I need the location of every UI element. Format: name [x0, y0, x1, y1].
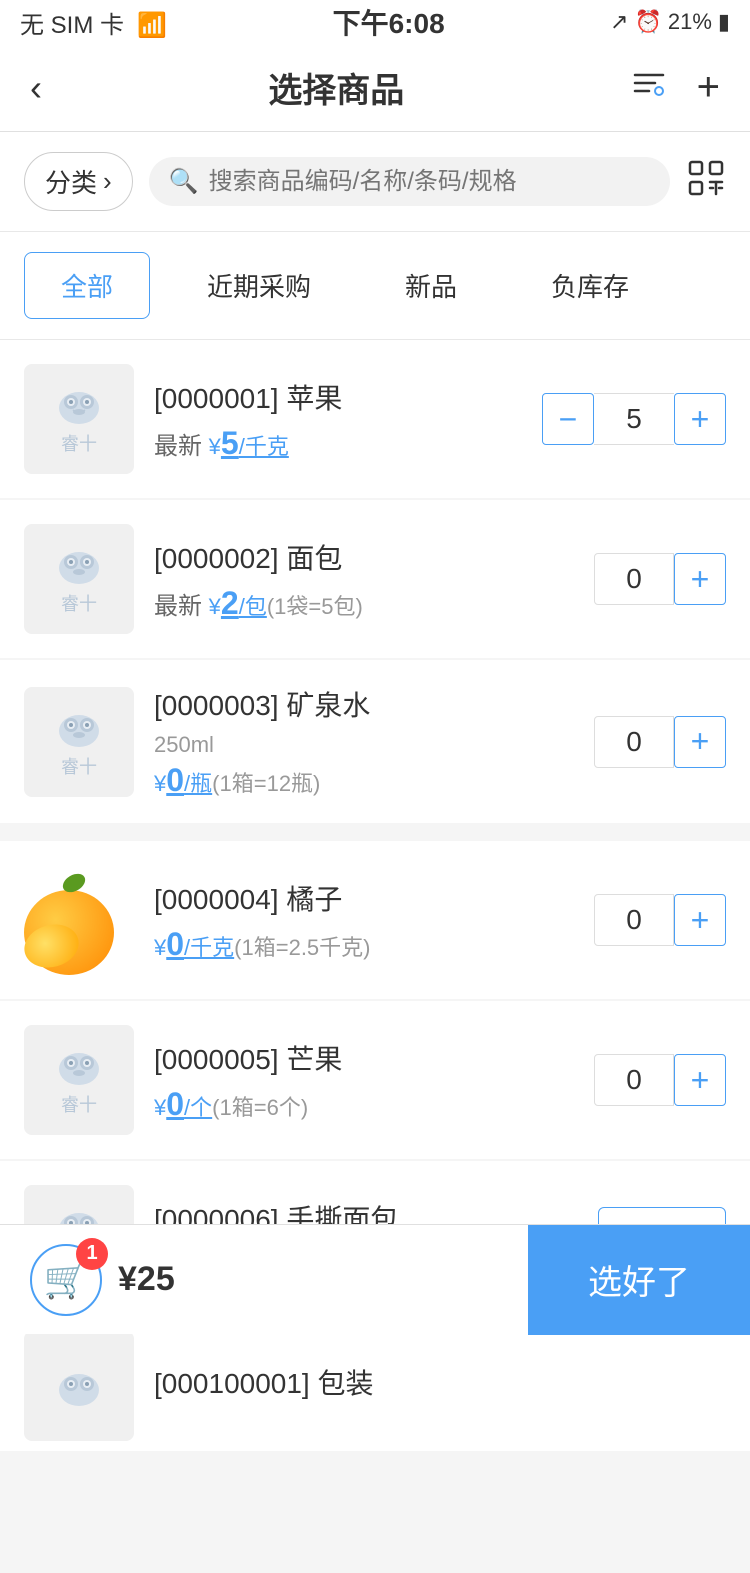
product-price: 最新 ¥2/包(1袋=5包)	[154, 585, 574, 622]
product-info: [0000001] 苹果 最新 ¥5/千克	[154, 377, 522, 462]
tab-recent[interactable]: 近期采购	[170, 252, 348, 319]
product-image	[24, 865, 134, 975]
quantity-control: +	[594, 553, 726, 605]
nav-bar: ‹ 选择商品 +	[0, 44, 750, 132]
increase-button[interactable]: +	[674, 1054, 726, 1106]
list-item: 睿十 [0000002] 面包 最新 ¥2/包(1袋=5包) +	[0, 500, 750, 658]
increase-button[interactable]: +	[674, 716, 726, 768]
owl-text: 睿十	[61, 1091, 97, 1117]
product-info: [000100001] 包装	[154, 1362, 726, 1410]
product-price: ¥0/个(1箱=6个)	[154, 1086, 574, 1123]
increase-button[interactable]: +	[674, 894, 726, 946]
confirm-button[interactable]: 选好了	[528, 1225, 750, 1335]
back-button[interactable]: ‹	[30, 67, 42, 109]
list-item: 睿十 [0000001] 苹果 最新 ¥5/千克 − +	[0, 340, 750, 498]
product-info: [0000002] 面包 最新 ¥2/包(1袋=5包)	[154, 537, 574, 622]
scan-icon[interactable]	[686, 158, 726, 206]
add-icon[interactable]: +	[697, 65, 720, 110]
quantity-control: − +	[542, 393, 726, 445]
filter-tabs: 全部 近期采购 新品 负库存	[0, 232, 750, 340]
status-bar: 无 SIM 卡 📶 下午6:08 ↗ ⏰ 21% ▮	[0, 0, 750, 44]
category-button[interactable]: 分类 ›	[24, 152, 133, 211]
product-info: [0000003] 矿泉水 250ml ¥0/瓶(1箱=12瓶)	[154, 684, 574, 799]
list-item: [000100001] 包装	[0, 1321, 750, 1451]
product-name: [000100001] 包装	[154, 1362, 726, 1402]
product-name: [0000005] 芒果	[154, 1038, 574, 1078]
cart-section: 🛒 1 ¥25	[0, 1244, 528, 1316]
divider	[0, 825, 750, 841]
tab-negative[interactable]: 负库存	[514, 252, 666, 319]
owl-text: 睿十	[61, 430, 97, 456]
owl-text: 睿十	[61, 753, 97, 779]
product-price: 最新 ¥5/千克	[154, 425, 522, 462]
status-time: 下午6:08	[333, 2, 445, 42]
product-image: 睿十	[24, 1025, 134, 1135]
quantity-input[interactable]	[594, 1054, 674, 1106]
product-name: [0000004] 橘子	[154, 878, 574, 918]
search-input-wrap: 🔍	[149, 157, 670, 206]
search-icon: 🔍	[169, 167, 199, 196]
quantity-input[interactable]	[594, 716, 674, 768]
product-image: 睿十	[24, 364, 134, 474]
list-item: [0000004] 橘子 ¥0/千克(1箱=2.5千克) +	[0, 841, 750, 999]
battery-icon: ▮	[718, 9, 730, 35]
product-list: 睿十 [0000001] 苹果 最新 ¥5/千克 − +	[0, 340, 750, 1573]
product-image: 睿十	[24, 524, 134, 634]
quantity-input[interactable]	[594, 553, 674, 605]
search-bar: 分类 › 🔍	[0, 132, 750, 232]
alarm-icon: ⏰	[634, 9, 661, 35]
decrease-button[interactable]: −	[542, 393, 594, 445]
cart-badge: 1	[76, 1238, 108, 1270]
cart-button[interactable]: 🛒 1	[30, 1244, 102, 1316]
status-network: 无 SIM 卡 📶	[20, 5, 167, 40]
product-info: [0000004] 橘子 ¥0/千克(1箱=2.5千克)	[154, 878, 574, 963]
quantity-control: +	[594, 716, 726, 768]
increase-button[interactable]: +	[674, 393, 726, 445]
list-item: 睿十 [0000005] 芒果 ¥0/个(1箱=6个) +	[0, 1001, 750, 1159]
list-item: 睿十 [0000003] 矿泉水 250ml ¥0/瓶(1箱=12瓶) +	[0, 660, 750, 823]
increase-button[interactable]: +	[674, 553, 726, 605]
nav-actions: +	[631, 65, 720, 110]
page-title: 选择商品	[268, 63, 404, 112]
product-image: 睿十	[24, 687, 134, 797]
product-image	[24, 1331, 134, 1441]
product-price: ¥0/千克(1箱=2.5千克)	[154, 926, 574, 963]
cart-total: ¥25	[118, 1260, 175, 1299]
product-spec: 250ml	[154, 732, 574, 758]
product-name: [0000001] 苹果	[154, 377, 522, 417]
quantity-input[interactable]	[594, 393, 674, 445]
status-battery: ↗ ⏰ 21% ▮	[610, 9, 730, 35]
quantity-control: +	[594, 1054, 726, 1106]
location-icon: ↗	[610, 9, 628, 35]
tab-all[interactable]: 全部	[24, 252, 150, 319]
product-name: [0000003] 矿泉水	[154, 684, 574, 724]
category-chevron: ›	[103, 166, 112, 197]
category-label: 分类	[45, 163, 97, 200]
filter-icon[interactable]	[631, 65, 667, 110]
product-price: ¥0/瓶(1箱=12瓶)	[154, 762, 574, 799]
owl-text: 睿十	[61, 590, 97, 616]
product-info: [0000005] 芒果 ¥0/个(1箱=6个)	[154, 1038, 574, 1123]
bottom-bar: 🛒 1 ¥25 选好了	[0, 1224, 750, 1334]
search-input[interactable]	[209, 168, 650, 196]
quantity-input[interactable]	[594, 894, 674, 946]
quantity-control: +	[594, 894, 726, 946]
tab-new[interactable]: 新品	[368, 252, 494, 319]
battery-percent: 21%	[668, 9, 712, 35]
product-name: [0000002] 面包	[154, 537, 574, 577]
